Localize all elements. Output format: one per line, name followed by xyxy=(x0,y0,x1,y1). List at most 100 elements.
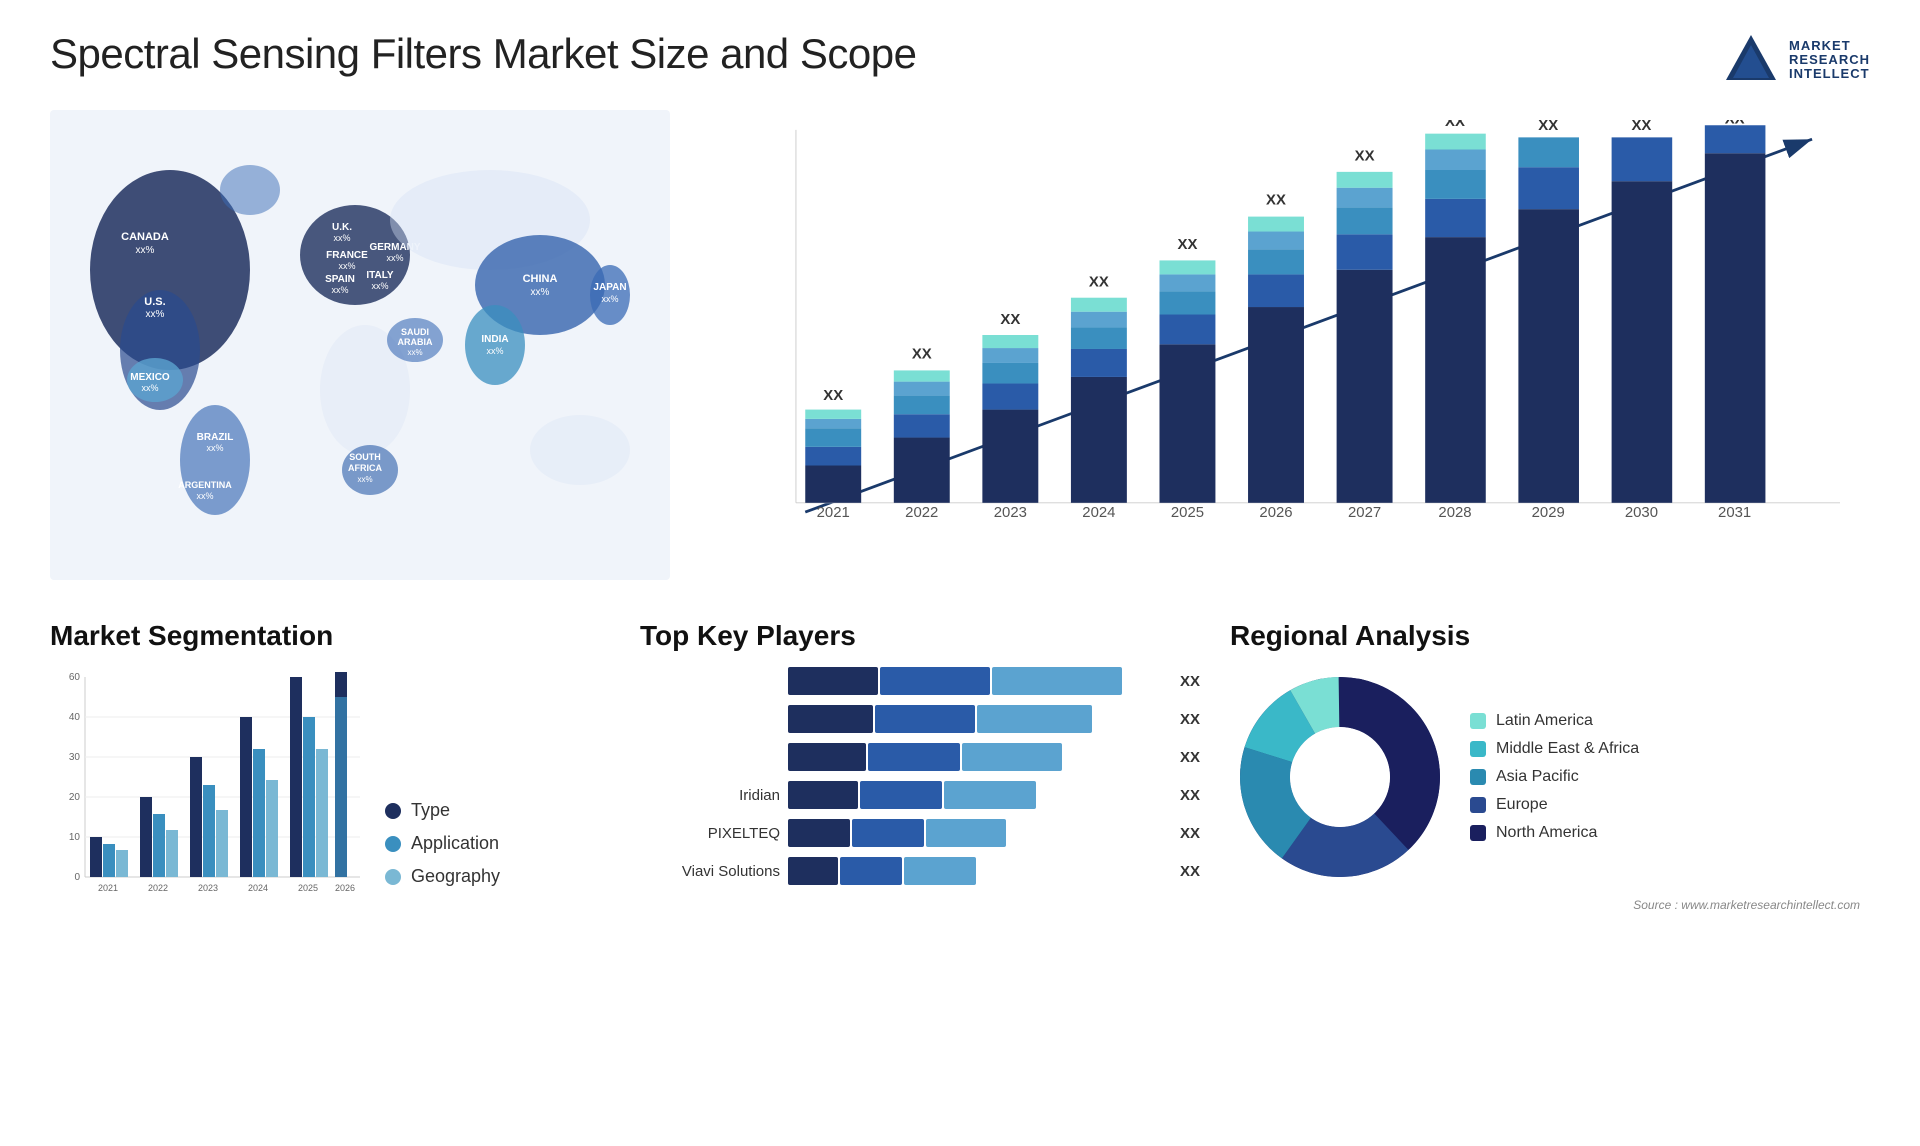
bar-2025: XX 2025 xyxy=(1159,237,1215,521)
regional-legend: Latin America Middle East & Africa Asia … xyxy=(1470,712,1639,842)
svg-text:FRANCE: FRANCE xyxy=(326,250,368,261)
svg-text:xx%: xx% xyxy=(386,253,403,263)
svg-text:xx%: xx% xyxy=(601,294,618,304)
bar-2030: XX 2030 xyxy=(1612,120,1673,521)
players-section: Top Key Players XX xyxy=(640,620,1200,917)
legend-label-type: Type xyxy=(411,800,450,821)
svg-text:2026: 2026 xyxy=(335,883,355,893)
svg-text:2021: 2021 xyxy=(98,883,118,893)
player-row-pixelteq: PIXELTEQ XX xyxy=(640,819,1200,847)
svg-text:U.K.: U.K. xyxy=(332,222,352,233)
bar-2029: XX 2029 xyxy=(1518,120,1579,521)
svg-text:30: 30 xyxy=(69,752,81,763)
bar-2021: XX 2021 xyxy=(805,388,861,521)
world-map-section: CANADA xx% U.S. xx% MEXICO xx% BRAZIL xx… xyxy=(50,110,670,600)
players-chart: XX XX xyxy=(640,667,1200,885)
bar-seg-dark-2 xyxy=(788,705,873,733)
players-title: Top Key Players xyxy=(640,620,1200,652)
label-middle-east-africa: Middle East & Africa xyxy=(1496,740,1639,758)
legend-dot-geography xyxy=(385,869,401,885)
bar-seg-dark-iridian xyxy=(788,781,858,809)
logo-area: MARKET RESEARCH INTELLECT xyxy=(1721,30,1870,90)
dot-latin-america xyxy=(1470,713,1486,729)
bar-2023: XX 2023 xyxy=(982,312,1038,521)
svg-text:SPAIN: SPAIN xyxy=(325,274,355,285)
legend-asia-pacific: Asia Pacific xyxy=(1470,768,1639,786)
logo-text: MARKET RESEARCH INTELLECT xyxy=(1789,39,1870,82)
bar-2026: XX 2026 xyxy=(1248,192,1304,520)
bar-seg-light-2 xyxy=(977,705,1092,733)
bar-2028: XX 2028 xyxy=(1425,120,1486,521)
svg-text:xx%: xx% xyxy=(338,261,355,271)
legend-middle-east-africa: Middle East & Africa xyxy=(1470,740,1639,758)
player-bars-viavi xyxy=(788,857,1164,885)
bar-seg-dark-viavi xyxy=(788,857,838,885)
svg-text:2023: 2023 xyxy=(994,505,1027,521)
svg-text:CANADA: CANADA xyxy=(121,231,169,243)
svg-text:xx%: xx% xyxy=(196,491,213,501)
player-bars-2 xyxy=(788,705,1164,733)
logo-line1: MARKET xyxy=(1789,39,1870,53)
player-val-1: XX xyxy=(1180,673,1200,690)
logo-icon xyxy=(1721,30,1781,90)
bar-2027: XX 2027 xyxy=(1337,149,1393,521)
seg-chart-svg: 0 10 20 30 40 60 xyxy=(50,667,370,917)
svg-text:XX: XX xyxy=(1000,312,1020,328)
label-latin-america: Latin America xyxy=(1496,712,1593,730)
svg-text:CHINA: CHINA xyxy=(523,273,558,285)
svg-text:0: 0 xyxy=(74,872,80,883)
svg-text:AFRICA: AFRICA xyxy=(348,463,382,473)
legend-dot-type xyxy=(385,803,401,819)
svg-text:xx%: xx% xyxy=(407,348,422,357)
bar-seg-mid-iridian xyxy=(860,781,942,809)
svg-text:2021: 2021 xyxy=(817,505,850,521)
svg-text:2025: 2025 xyxy=(298,883,318,893)
svg-text:xx%: xx% xyxy=(371,281,388,291)
logo-line2: RESEARCH xyxy=(1789,53,1870,67)
svg-text:XX: XX xyxy=(823,388,843,404)
player-label-viavi: Viavi Solutions xyxy=(640,863,780,880)
label-europe: Europe xyxy=(1496,796,1548,814)
logo-line3: INTELLECT xyxy=(1789,67,1870,81)
player-bars-iridian xyxy=(788,781,1164,809)
bar-seg-dark-3 xyxy=(788,743,866,771)
legend-label-geography: Geography xyxy=(411,866,500,887)
svg-text:ARGENTINA: ARGENTINA xyxy=(178,480,232,490)
svg-text:40: 40 xyxy=(69,712,81,723)
player-val-3: XX xyxy=(1180,749,1200,766)
svg-text:xx%: xx% xyxy=(206,443,223,453)
svg-text:ITALY: ITALY xyxy=(366,270,394,281)
svg-text:BRAZIL: BRAZIL xyxy=(197,432,234,443)
bar-2022: XX 2022 xyxy=(894,346,950,520)
legend-label-application: Application xyxy=(411,833,499,854)
legend-dot-application xyxy=(385,836,401,852)
legend-geography: Geography xyxy=(385,866,500,887)
label-asia-pacific: Asia Pacific xyxy=(1496,768,1579,786)
svg-text:XX: XX xyxy=(1725,120,1745,127)
svg-text:XX: XX xyxy=(1266,192,1286,208)
player-row-1: XX xyxy=(640,667,1200,695)
svg-text:2024: 2024 xyxy=(248,883,268,893)
bar-seg-mid-3 xyxy=(868,743,960,771)
dot-asia-pacific xyxy=(1470,769,1486,785)
legend-north-america: North America xyxy=(1470,824,1639,842)
dot-north-america xyxy=(1470,825,1486,841)
legend-application: Application xyxy=(385,833,500,854)
player-bars-pixelteq xyxy=(788,819,1164,847)
svg-text:60: 60 xyxy=(69,672,81,683)
donut-chart-svg xyxy=(1230,667,1450,887)
svg-text:2029: 2029 xyxy=(1532,505,1565,521)
svg-text:2025: 2025 xyxy=(1171,505,1204,521)
bar-seg-dark-1 xyxy=(788,667,878,695)
legend-latin-america: Latin America xyxy=(1470,712,1639,730)
svg-text:2023: 2023 xyxy=(198,883,218,893)
page-title: Spectral Sensing Filters Market Size and… xyxy=(50,30,916,78)
bar-seg-mid-2 xyxy=(875,705,975,733)
svg-text:XX: XX xyxy=(1445,120,1465,130)
player-row-viavi: Viavi Solutions XX xyxy=(640,857,1200,885)
player-label-iridian: Iridian xyxy=(640,787,780,804)
svg-text:U.S.: U.S. xyxy=(144,296,165,308)
seg-legend: Type Application Geography xyxy=(385,800,500,917)
player-bars-3 xyxy=(788,743,1164,771)
svg-text:xx%: xx% xyxy=(331,285,348,295)
